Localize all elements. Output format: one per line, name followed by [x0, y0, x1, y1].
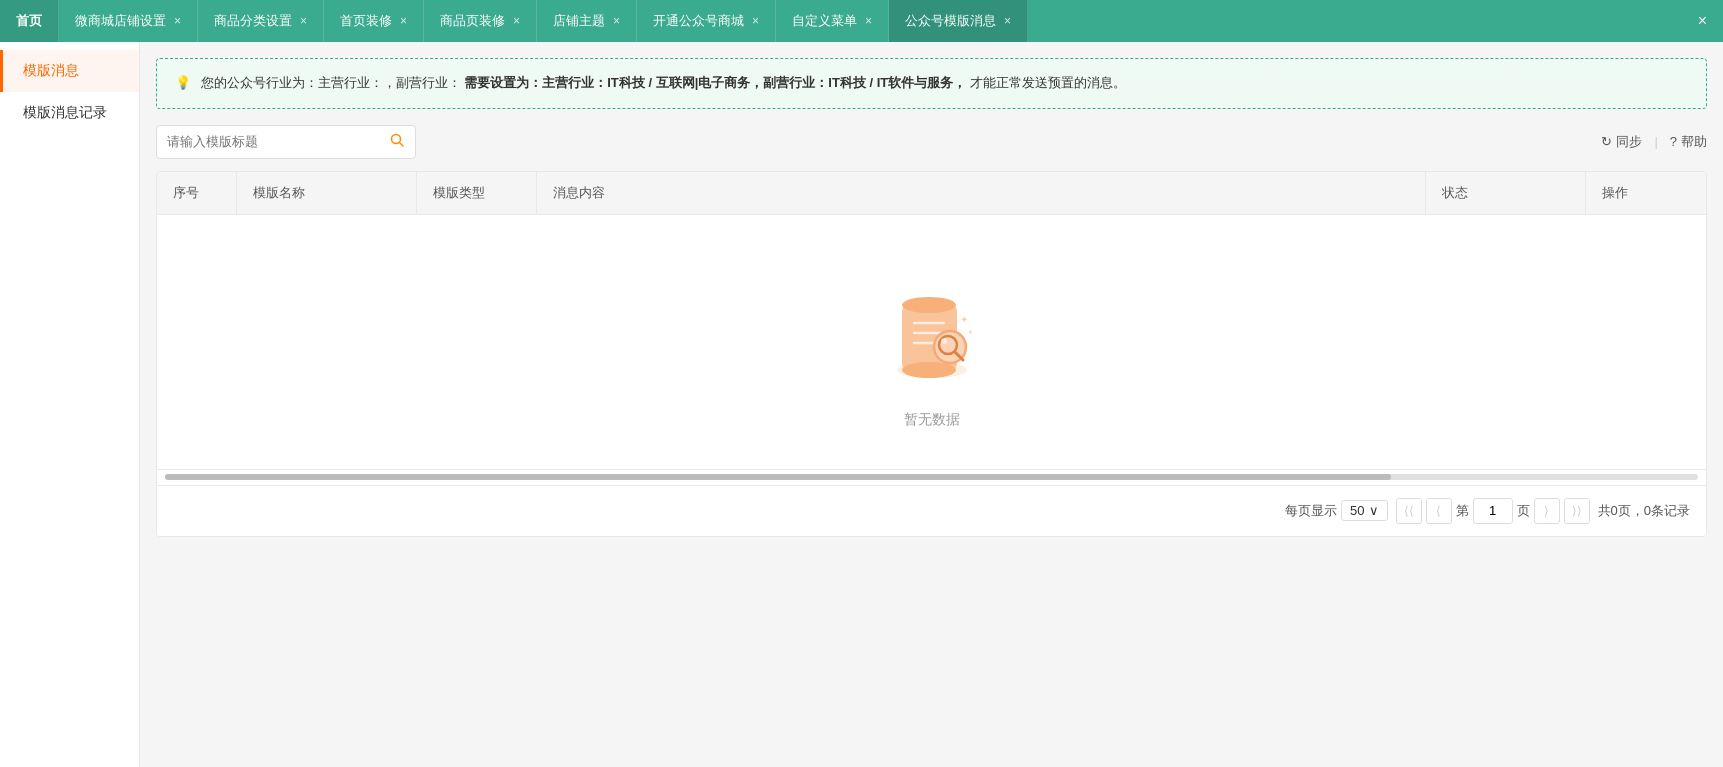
next-page-button[interactable]: ⟩ [1534, 498, 1560, 524]
page-nav: ⟨⟨ ⟨ 第 页 ⟩ ⟩⟩ [1396, 498, 1590, 524]
nav-tab-4-label: 商品页装修 [440, 12, 505, 30]
scrollbar-track[interactable] [165, 474, 1698, 480]
empty-illustration: ✦ ✦ [872, 275, 992, 395]
search-input[interactable] [167, 134, 385, 149]
svg-point-4 [902, 297, 956, 313]
nav-tab-1-label: 微商城店铺设置 [75, 12, 166, 30]
page-unit: 页 [1517, 502, 1530, 520]
empty-text: 暂无数据 [904, 411, 960, 429]
pagination: 每页显示 50 ∨ ⟨⟨ ⟨ 第 页 ⟩ ⟩⟩ 共0页，0条记录 [157, 485, 1706, 536]
notice-icon: 💡 [175, 73, 191, 94]
notice-suffix: 才能正常发送预置的消息。 [970, 75, 1126, 90]
total-info: 共0页，0条记录 [1598, 502, 1690, 520]
help-icon: ? [1670, 134, 1677, 149]
nav-tab-6-label: 开通公众号商城 [653, 12, 744, 30]
nav-tab-8-label: 公众号模版消息 [905, 12, 996, 30]
nav-tab-8-close[interactable]: × [1004, 14, 1011, 28]
dropdown-arrow-icon: ∨ [1369, 503, 1379, 518]
svg-text:✦: ✦ [967, 328, 974, 337]
notice-banner: 💡 您的公众号行业为：主营行业：，副营行业： 需要设置为：主营行业：IT科技 /… [156, 58, 1707, 109]
help-button[interactable]: ? 帮助 [1670, 133, 1707, 151]
nav-tab-1-close[interactable]: × [174, 14, 181, 28]
col-header-action: 操作 [1586, 172, 1706, 214]
search-input-wrap [156, 125, 416, 159]
sync-label: 同步 [1616, 133, 1642, 151]
nav-tab-3[interactable]: 首页装修 × [324, 0, 424, 42]
svg-point-12 [941, 338, 947, 344]
empty-state: ✦ ✦ 暂无数据 [157, 215, 1706, 469]
notice-highlight: 需要设置为：主营行业：IT科技 / 互联网|电子商务，副营行业：IT科技 / I… [464, 75, 966, 90]
table-header: 序号 模版名称 模版类型 消息内容 状态 操作 [157, 172, 1706, 215]
svg-text:✦: ✦ [960, 314, 968, 325]
notice-prefix: 您的公众号行业为：主营行业：，副营行业： [201, 75, 461, 90]
toolbar-divider: | [1654, 134, 1657, 149]
nav-tab-home[interactable]: 首页 [0, 0, 59, 42]
col-header-content: 消息内容 [537, 172, 1426, 214]
col-header-status: 状态 [1426, 172, 1586, 214]
col-header-type: 模版类型 [417, 172, 537, 214]
search-button[interactable] [389, 132, 405, 151]
sidebar: 模版消息 模版消息记录 [0, 42, 140, 767]
nav-tab-4[interactable]: 商品页装修 × [424, 0, 537, 42]
top-nav: 首页 微商城店铺设置 × 商品分类设置 × 首页装修 × 商品页装修 × 店铺主… [0, 0, 1723, 42]
sync-icon: ↻ [1601, 134, 1612, 149]
prev-page-button[interactable]: ⟨ [1426, 498, 1452, 524]
nav-tab-5-label: 店铺主题 [553, 12, 605, 30]
nav-tab-4-close[interactable]: × [513, 14, 520, 28]
nav-tab-5-close[interactable]: × [613, 14, 620, 28]
nav-tab-home-label: 首页 [16, 12, 42, 30]
col-header-name: 模版名称 [237, 172, 417, 214]
content-area: 💡 您的公众号行业为：主营行业：，副营行业： 需要设置为：主营行业：IT科技 /… [140, 42, 1723, 767]
last-page-button[interactable]: ⟩⟩ [1564, 498, 1590, 524]
nav-tab-3-close[interactable]: × [400, 14, 407, 28]
nav-tab-1[interactable]: 微商城店铺设置 × [59, 0, 198, 42]
nav-tab-7-label: 自定义菜单 [792, 12, 857, 30]
scrollbar-thumb [165, 474, 1391, 480]
sidebar-item-template-record[interactable]: 模版消息记录 [0, 92, 139, 134]
page-size-select: 每页显示 50 ∨ [1285, 500, 1387, 521]
nav-tab-6[interactable]: 开通公众号商城 × [637, 0, 776, 42]
main-layout: 模版消息 模版消息记录 💡 您的公众号行业为：主营行业：，副营行业： 需要设置为… [0, 42, 1723, 767]
help-label: 帮助 [1681, 133, 1707, 151]
scrollbar-area [157, 469, 1706, 485]
page-size-dropdown[interactable]: 50 ∨ [1341, 500, 1387, 521]
nav-tab-2-label: 商品分类设置 [214, 12, 292, 30]
close-all-button[interactable]: × [1682, 12, 1723, 30]
nav-tab-7[interactable]: 自定义菜单 × [776, 0, 889, 42]
svg-point-5 [902, 362, 956, 378]
svg-line-1 [400, 143, 404, 147]
data-table: 序号 模版名称 模版类型 消息内容 状态 操作 [156, 171, 1707, 537]
nav-tab-8[interactable]: 公众号模版消息 × [889, 0, 1028, 42]
page-input[interactable] [1473, 498, 1513, 524]
nav-tab-5[interactable]: 店铺主题 × [537, 0, 637, 42]
nav-tab-6-close[interactable]: × [752, 14, 759, 28]
page-size-label: 每页显示 [1285, 502, 1337, 520]
search-bar: ↻ 同步 | ? 帮助 [156, 125, 1707, 159]
toolbar-right: ↻ 同步 | ? 帮助 [1601, 133, 1707, 151]
col-header-index: 序号 [157, 172, 237, 214]
first-page-button[interactable]: ⟨⟨ [1396, 498, 1422, 524]
sidebar-item-template-record-label: 模版消息记录 [23, 104, 107, 120]
nav-tab-2-close[interactable]: × [300, 14, 307, 28]
nav-tab-7-close[interactable]: × [865, 14, 872, 28]
page-size-value: 50 [1350, 503, 1364, 518]
nav-tab-2[interactable]: 商品分类设置 × [198, 0, 324, 42]
nav-tab-3-label: 首页装修 [340, 12, 392, 30]
sidebar-item-template-msg[interactable]: 模版消息 [0, 50, 139, 92]
page-label: 第 [1456, 502, 1469, 520]
sidebar-item-template-msg-label: 模版消息 [23, 62, 79, 78]
sync-button[interactable]: ↻ 同步 [1601, 133, 1642, 151]
